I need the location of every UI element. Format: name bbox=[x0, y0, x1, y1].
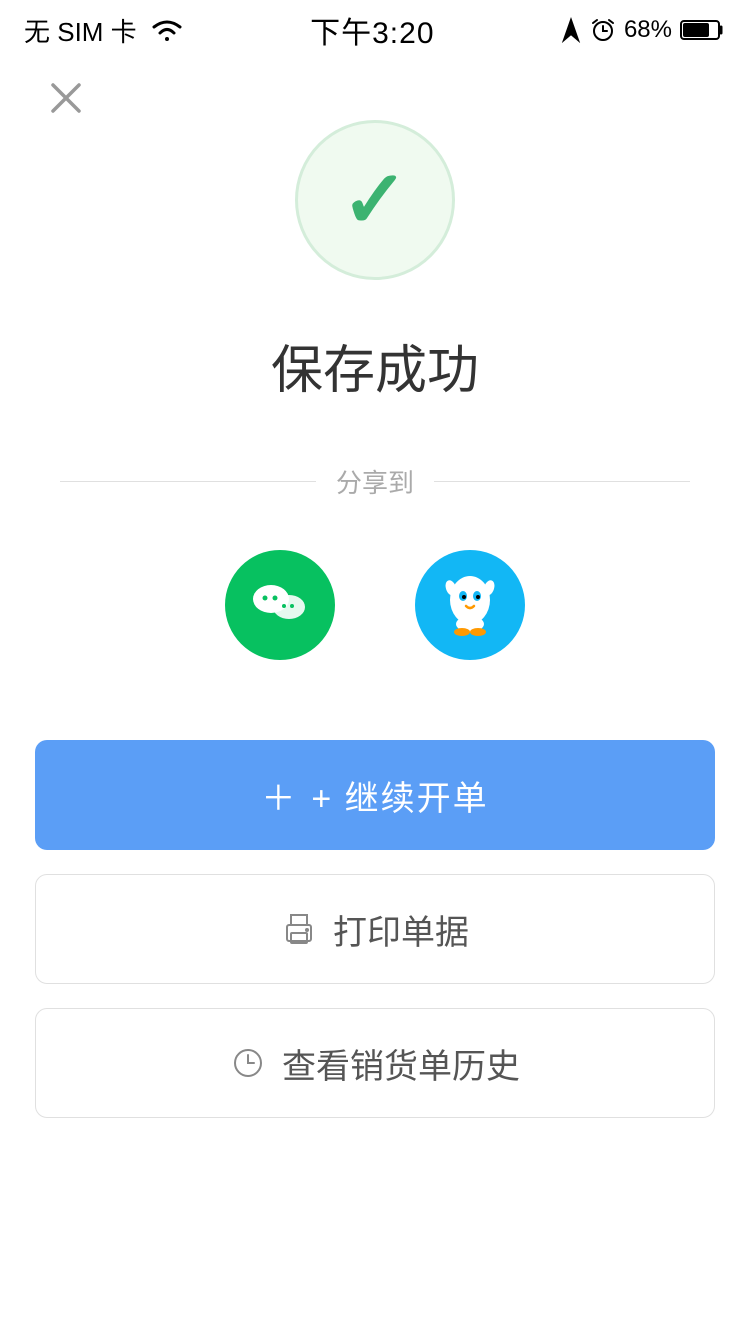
no-sim-text: 无 SIM 卡 bbox=[24, 12, 137, 49]
history-button[interactable]: 查看销货单历史 bbox=[35, 1008, 715, 1118]
wechat-icon bbox=[247, 577, 313, 633]
checkmark-icon: ✓ bbox=[341, 160, 408, 240]
qq-share-button[interactable] bbox=[415, 550, 525, 660]
wifi-icon bbox=[149, 17, 185, 43]
history-label: 查看销货单历史 bbox=[282, 1039, 520, 1088]
qq-icon bbox=[440, 570, 500, 640]
battery-text: 68% bbox=[624, 16, 672, 44]
print-button[interactable]: 打印单据 bbox=[35, 874, 715, 984]
status-left: 无 SIM 卡 bbox=[24, 12, 185, 49]
close-button[interactable] bbox=[40, 72, 92, 124]
success-circle: ✓ bbox=[295, 120, 455, 280]
share-label: 分享到 bbox=[316, 463, 434, 500]
location-icon bbox=[560, 16, 582, 44]
clock-icon bbox=[230, 1045, 266, 1081]
continue-button[interactable]: ＋ + 继续开单 bbox=[35, 740, 715, 850]
action-buttons: ＋ + 继续开单 打印单据 查看销货单历 bbox=[35, 740, 715, 1118]
main-content: ✓ 保存成功 分享到 bbox=[0, 60, 750, 1118]
share-buttons bbox=[225, 550, 525, 660]
status-bar: 无 SIM 卡 下午3:20 68% bbox=[0, 0, 750, 60]
share-divider: 分享到 bbox=[0, 463, 750, 500]
divider-line-left bbox=[60, 481, 316, 482]
continue-label: + 继续开单 bbox=[311, 771, 488, 820]
wechat-share-button[interactable] bbox=[225, 550, 335, 660]
status-right: 68% bbox=[560, 16, 726, 44]
alarm-icon bbox=[590, 17, 616, 43]
divider-line-right bbox=[434, 481, 690, 482]
success-title: 保存成功 bbox=[271, 328, 479, 403]
plus-icon: ＋ bbox=[261, 771, 295, 820]
battery-icon bbox=[680, 18, 726, 42]
printer-icon bbox=[281, 911, 317, 947]
status-time: 下午3:20 bbox=[310, 8, 434, 52]
print-label: 打印单据 bbox=[333, 905, 469, 954]
